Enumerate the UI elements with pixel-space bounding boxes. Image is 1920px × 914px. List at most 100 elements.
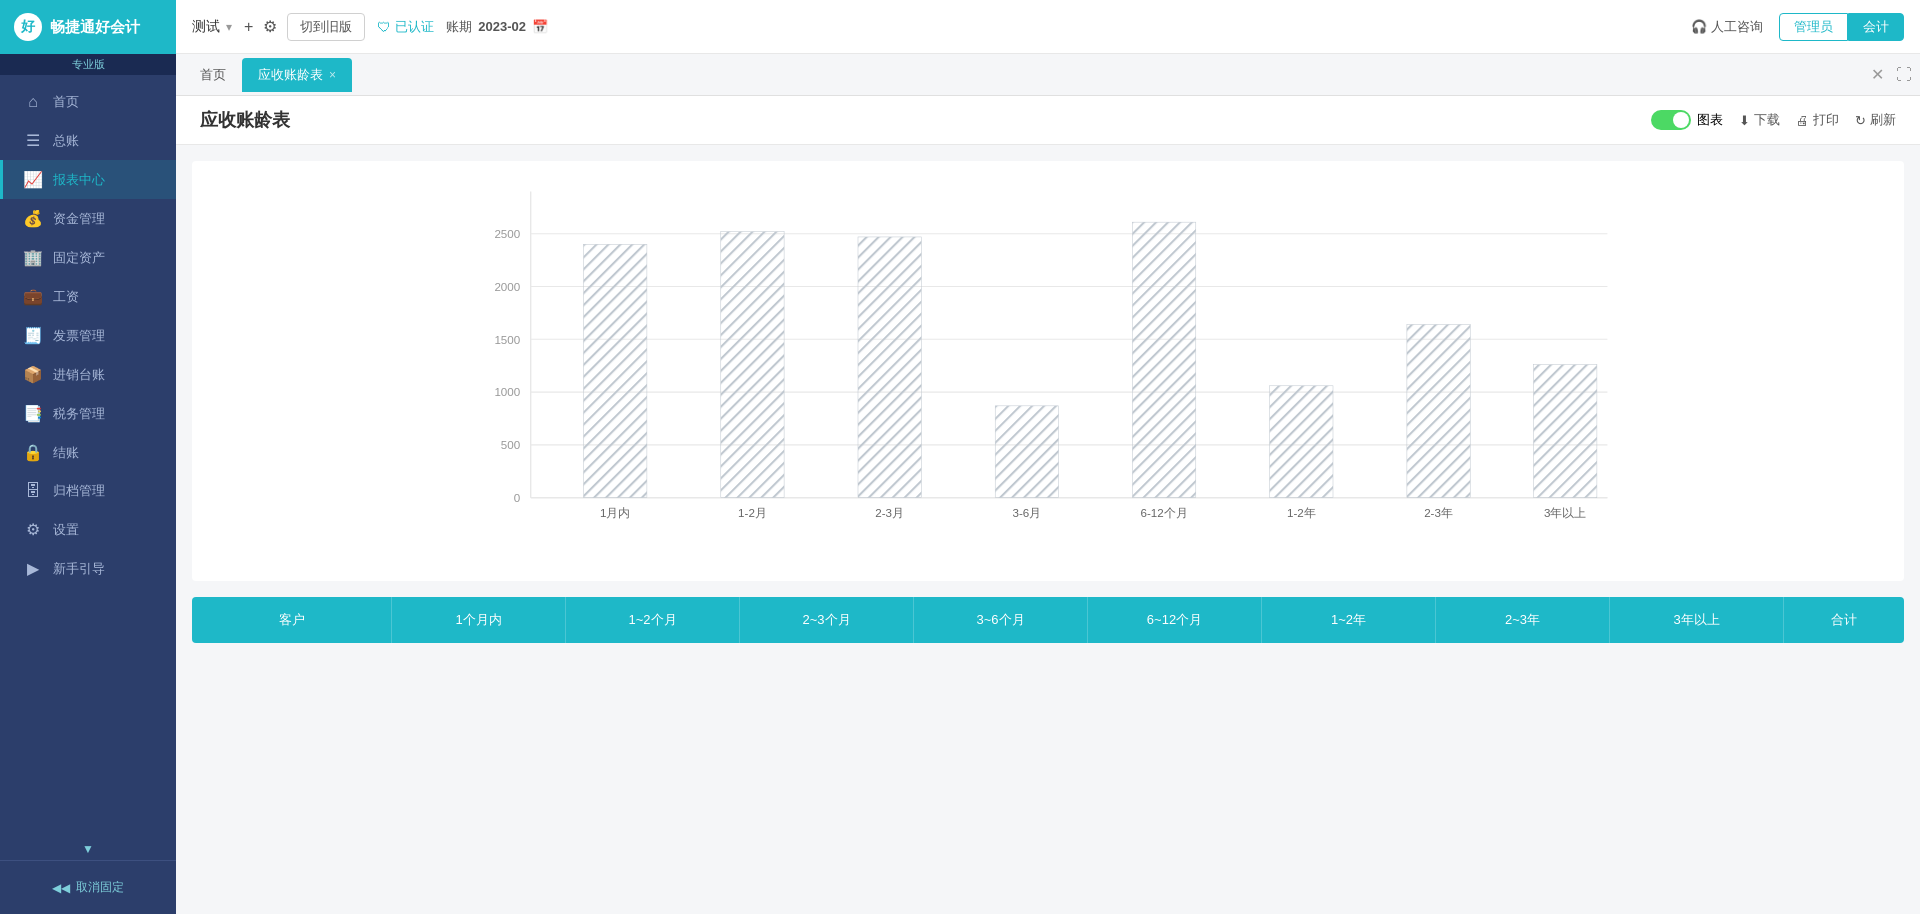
page-actions: 图表 ⬇ 下载 🖨 打印 ↻ 刷新 — [1651, 110, 1896, 130]
main-scroll: 0 500 1000 1500 2000 2500 — [176, 145, 1920, 914]
table-area: 客户 1个月内 1~2个月 2~3个月 3~6个月 6~12个月 1~2年 2~… — [192, 597, 1904, 643]
settings-nav-icon: ⚙ — [23, 520, 43, 539]
sidebar-item-label-assets: 固定资产 — [53, 249, 105, 267]
svg-text:0: 0 — [514, 491, 520, 504]
table-header: 客户 1个月内 1~2个月 2~3个月 3~6个月 6~12个月 1~2年 2~… — [192, 597, 1904, 643]
th-1-2year: 1~2年 — [1262, 597, 1436, 643]
funds-icon: 💰 — [23, 209, 43, 228]
settings-icon[interactable]: ⚙ — [263, 17, 277, 36]
tab-home[interactable]: 首页 — [184, 58, 242, 92]
th-total: 合计 — [1784, 597, 1904, 643]
sidebar-item-archive[interactable]: 🗄 归档管理 — [0, 472, 176, 510]
sidebar-item-label-closing: 结账 — [53, 444, 79, 462]
th-3-6month: 3~6个月 — [914, 597, 1088, 643]
tabbar: 首页 应收账龄表 × ✕ ⛶ — [176, 54, 1920, 96]
expand-window-icon[interactable]: ⛶ — [1896, 66, 1912, 84]
svg-rect-29 — [1534, 365, 1597, 498]
archive-icon: 🗄 — [23, 482, 43, 500]
accountant-btn[interactable]: 会计 — [1848, 13, 1904, 41]
chart-container: 0 500 1000 1500 2000 2500 — [192, 161, 1904, 581]
scroll-down-arrow[interactable]: ▼ — [0, 838, 176, 860]
svg-text:1000: 1000 — [494, 385, 520, 398]
sidebar-item-label-home: 首页 — [53, 93, 79, 111]
cancel-fixed-btn[interactable]: ◀◀ 取消固定 — [0, 871, 176, 904]
edition-badge: 专业版 — [0, 54, 176, 75]
svg-rect-15 — [584, 244, 647, 497]
project-name: 测试 — [192, 18, 220, 36]
page-title: 应收账龄表 — [200, 108, 290, 132]
print-btn[interactable]: 🖨 打印 — [1796, 111, 1839, 129]
sidebar-item-label-invoice: 发票管理 — [53, 327, 105, 345]
sidebar-nav: ⌂ 首页 ☰ 总账 📈 报表中心 💰 资金管理 🏢 固定资产 💼 工资 🧾 发票… — [0, 75, 176, 838]
consult-btn[interactable]: 🎧 人工咨询 — [1691, 18, 1763, 36]
sidebar-item-label-inventory: 进销台账 — [53, 366, 105, 384]
svg-rect-21 — [995, 406, 1058, 498]
refresh-btn[interactable]: ↻ 刷新 — [1855, 111, 1896, 129]
pin-icon: ◀◀ — [52, 881, 70, 895]
headset-icon: 🎧 — [1691, 19, 1707, 34]
svg-rect-27 — [1407, 325, 1470, 498]
sidebar-item-assets[interactable]: 🏢 固定资产 — [0, 238, 176, 277]
sidebar-item-tax[interactable]: 📑 税务管理 — [0, 394, 176, 433]
sidebar-item-closing[interactable]: 🔒 结账 — [0, 433, 176, 472]
home-icon: ⌂ — [23, 93, 43, 111]
sidebar-item-guide[interactable]: ▶ 新手引导 — [0, 549, 176, 588]
sidebar-item-label-funds: 资金管理 — [53, 210, 105, 228]
tabbar-right: ✕ ⛶ — [1871, 65, 1912, 84]
manager-btn[interactable]: 管理员 — [1779, 13, 1848, 41]
add-icon[interactable]: + — [244, 18, 253, 36]
certified-badge: 🛡 已认证 — [377, 18, 434, 36]
closing-icon: 🔒 — [23, 443, 43, 462]
chart-toggle-container: 图表 — [1651, 110, 1723, 130]
invoice-icon: 🧾 — [23, 326, 43, 345]
guide-icon: ▶ — [23, 559, 43, 578]
sidebar-item-label-reports: 报表中心 — [53, 171, 105, 189]
inventory-icon: 📦 — [23, 365, 43, 384]
chart-toggle-label: 图表 — [1697, 111, 1723, 129]
th-1-2month: 1~2个月 — [566, 597, 740, 643]
svg-text:6-12个月: 6-12个月 — [1140, 506, 1187, 519]
sidebar-item-ledger[interactable]: ☰ 总账 — [0, 121, 176, 160]
download-icon: ⬇ — [1739, 113, 1750, 128]
sidebar-item-invoice[interactable]: 🧾 发票管理 — [0, 316, 176, 355]
tab-accounts-aging[interactable]: 应收账龄表 × — [242, 58, 352, 92]
sidebar-bottom: ◀◀ 取消固定 — [0, 860, 176, 914]
th-2-3month: 2~3个月 — [740, 597, 914, 643]
sidebar-item-home[interactable]: ⌂ 首页 — [0, 83, 176, 121]
th-6-12month: 6~12个月 — [1088, 597, 1262, 643]
project-selector[interactable]: 测试 ▾ — [192, 18, 232, 36]
svg-text:2500: 2500 — [494, 227, 520, 240]
app-logo: 好 畅捷通好会计 — [0, 0, 176, 54]
th-customer: 客户 — [192, 597, 392, 643]
svg-text:2000: 2000 — [494, 280, 520, 293]
sidebar-item-funds[interactable]: 💰 资金管理 — [0, 199, 176, 238]
salary-icon: 💼 — [23, 287, 43, 306]
svg-text:1-2年: 1-2年 — [1287, 506, 1316, 519]
svg-text:1500: 1500 — [494, 333, 520, 346]
chart-wrapper: 0 500 1000 1500 2000 2500 — [212, 181, 1884, 561]
sidebar-item-label-settings: 设置 — [53, 521, 79, 539]
bar-chart: 0 500 1000 1500 2000 2500 — [212, 181, 1884, 561]
close-window-icon[interactable]: ✕ — [1871, 65, 1884, 84]
calendar-icon[interactable]: 📅 — [532, 19, 548, 34]
th-3plus-year: 3年以上 — [1610, 597, 1784, 643]
svg-text:3年以上: 3年以上 — [1544, 506, 1586, 519]
svg-rect-23 — [1132, 222, 1195, 498]
download-btn[interactable]: ⬇ 下载 — [1739, 111, 1780, 129]
tab-close-icon[interactable]: × — [329, 68, 336, 82]
sidebar-item-reports[interactable]: 📈 报表中心 — [0, 160, 176, 199]
sidebar-item-inventory[interactable]: 📦 进销台账 — [0, 355, 176, 394]
sidebar-item-label-guide: 新手引导 — [53, 560, 105, 578]
svg-rect-17 — [721, 232, 784, 498]
topbar-actions: + ⚙ 切到旧版 — [244, 13, 365, 41]
sidebar-item-salary[interactable]: 💼 工资 — [0, 277, 176, 316]
svg-text:3-6月: 3-6月 — [1012, 506, 1041, 519]
sidebar: 好 畅捷通好会计 专业版 ⌂ 首页 ☰ 总账 📈 报表中心 💰 资金管理 🏢 固… — [0, 0, 176, 914]
shield-icon: 🛡 — [377, 19, 391, 35]
svg-text:2-3年: 2-3年 — [1424, 506, 1453, 519]
sidebar-item-settings[interactable]: ⚙ 设置 — [0, 510, 176, 549]
old-version-btn[interactable]: 切到旧版 — [287, 13, 365, 41]
th-2-3year: 2~3年 — [1436, 597, 1610, 643]
content-area: 应收账龄表 图表 ⬇ 下载 🖨 打印 ↻ 刷新 — [176, 96, 1920, 914]
chart-toggle[interactable] — [1651, 110, 1691, 130]
